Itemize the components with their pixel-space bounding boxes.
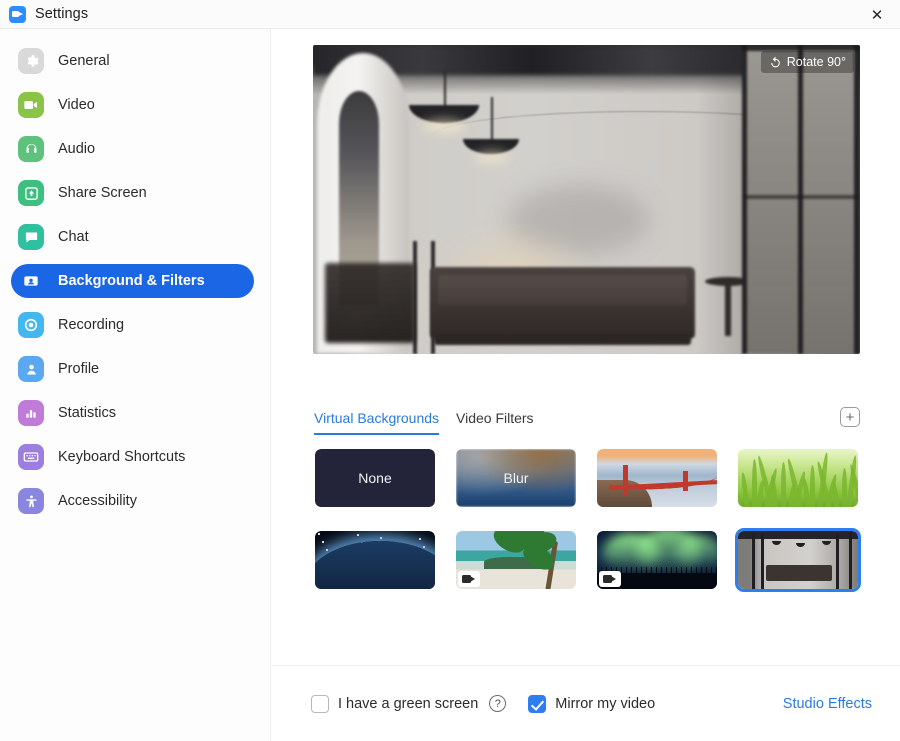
settings-window: Settings ✕ General Video Audio Share Screen… (0, 0, 900, 741)
background-tabs: Virtual Backgrounds Video Filters + (314, 407, 860, 440)
video-badge-icon (599, 571, 621, 587)
sidebar-item-general[interactable]: General (11, 44, 254, 78)
window-title: Settings (35, 6, 89, 22)
add-background-button[interactable]: + (840, 407, 860, 427)
background-thumbnail-modern-loft[interactable] (735, 528, 861, 592)
sidebar-item-label: Profile (58, 361, 100, 377)
bottom-options-bar: I have a green screen ? Mirror my video … (272, 665, 900, 741)
preview-sofa (430, 267, 695, 345)
sidebar-item-label: Share Screen (58, 185, 147, 201)
thumbnail-image (597, 449, 717, 507)
sidebar-item-accessibility[interactable]: Accessibility (11, 484, 254, 518)
record-icon (18, 312, 44, 338)
preview-right-partition (742, 45, 860, 354)
background-thumbnail-golden-gate-bridge[interactable] (594, 446, 720, 510)
sidebar-item-video[interactable]: Video (11, 88, 254, 122)
thumbnail-label: None (358, 470, 392, 486)
headphones-icon (18, 136, 44, 162)
green-screen-label: I have a green screen (338, 695, 479, 712)
share-arrow-icon (18, 180, 44, 206)
green-screen-checkbox[interactable] (311, 694, 329, 713)
zoom-logo-icon (9, 5, 26, 23)
rotate-label: Rotate 90° (786, 55, 846, 69)
preview-lamp-mid (463, 97, 519, 167)
keyboard-icon (18, 444, 44, 470)
rotate-90-button[interactable]: Rotate 90° (760, 51, 854, 73)
background-thumbnail-blur[interactable]: Blur (453, 446, 579, 510)
background-thumbnail-tropical-beach[interactable] (453, 528, 579, 592)
close-icon[interactable]: ✕ (854, 0, 900, 29)
background-thumbnail-green-grass[interactable] (735, 446, 861, 510)
sidebar-item-chat[interactable]: Chat (11, 220, 254, 254)
bar-chart-icon (18, 400, 44, 426)
help-icon[interactable]: ? (489, 695, 507, 712)
sidebar-item-label: Statistics (58, 405, 117, 421)
mirror-video-label: Mirror my video (555, 695, 656, 712)
background-thumbnail-grid: None Blur (312, 446, 864, 592)
person-icon (18, 356, 44, 382)
thumbnail-image (738, 531, 858, 589)
sidebar-item-profile[interactable]: Profile (11, 352, 254, 386)
sidebar-item-share-screen[interactable]: Share Screen (11, 176, 254, 210)
chat-bubble-icon (18, 224, 44, 250)
sidebar-item-label: Keyboard Shortcuts (58, 449, 186, 465)
sidebar-item-label: Video (58, 97, 95, 113)
studio-effects-link[interactable]: Studio Effects (783, 696, 872, 712)
background-thumbnail-aurora-borealis[interactable] (594, 528, 720, 592)
video-preview: Rotate 90° (313, 45, 860, 354)
person-card-icon (18, 268, 44, 294)
video-badge-icon (458, 571, 480, 587)
sidebar-item-label: Chat (58, 229, 89, 245)
tab-virtual-backgrounds[interactable]: Virtual Backgrounds (314, 410, 440, 435)
main-panel: Rotate 90° Virtual Backgrounds Video Fil… (272, 29, 900, 741)
sidebar-item-audio[interactable]: Audio (11, 132, 254, 166)
gear-icon (18, 48, 44, 74)
thumbnail-label: Blur (503, 470, 529, 486)
accessibility-icon (18, 488, 44, 514)
mirror-video-checkbox[interactable] (528, 694, 547, 713)
rotate-icon (770, 56, 780, 67)
sidebar-item-label: General (58, 53, 110, 69)
sidebar-item-label: Accessibility (58, 493, 137, 509)
sidebar-item-label: Background & Filters (58, 273, 205, 289)
sidebar: General Video Audio Share Screen Chat Backgro… (0, 29, 271, 741)
thumbnail-image (315, 531, 435, 589)
thumbnail-image (738, 449, 858, 507)
background-thumbnail-earth-from-space[interactable] (312, 528, 438, 592)
background-thumbnail-none[interactable]: None (312, 446, 438, 510)
sidebar-item-statistics[interactable]: Statistics (11, 396, 254, 430)
sidebar-item-keyboard-shortcuts[interactable]: Keyboard Shortcuts (11, 440, 254, 474)
sidebar-item-recording[interactable]: Recording (11, 308, 254, 342)
camera-icon (18, 92, 44, 118)
sidebar-item-label: Audio (58, 141, 96, 157)
tab-video-filters[interactable]: Video Filters (456, 410, 534, 433)
title-bar: Settings ✕ (0, 0, 900, 29)
sidebar-item-label: Recording (58, 317, 125, 333)
sidebar-item-background-filters[interactable]: Background & Filters (11, 264, 254, 298)
preview-chair (325, 263, 415, 343)
